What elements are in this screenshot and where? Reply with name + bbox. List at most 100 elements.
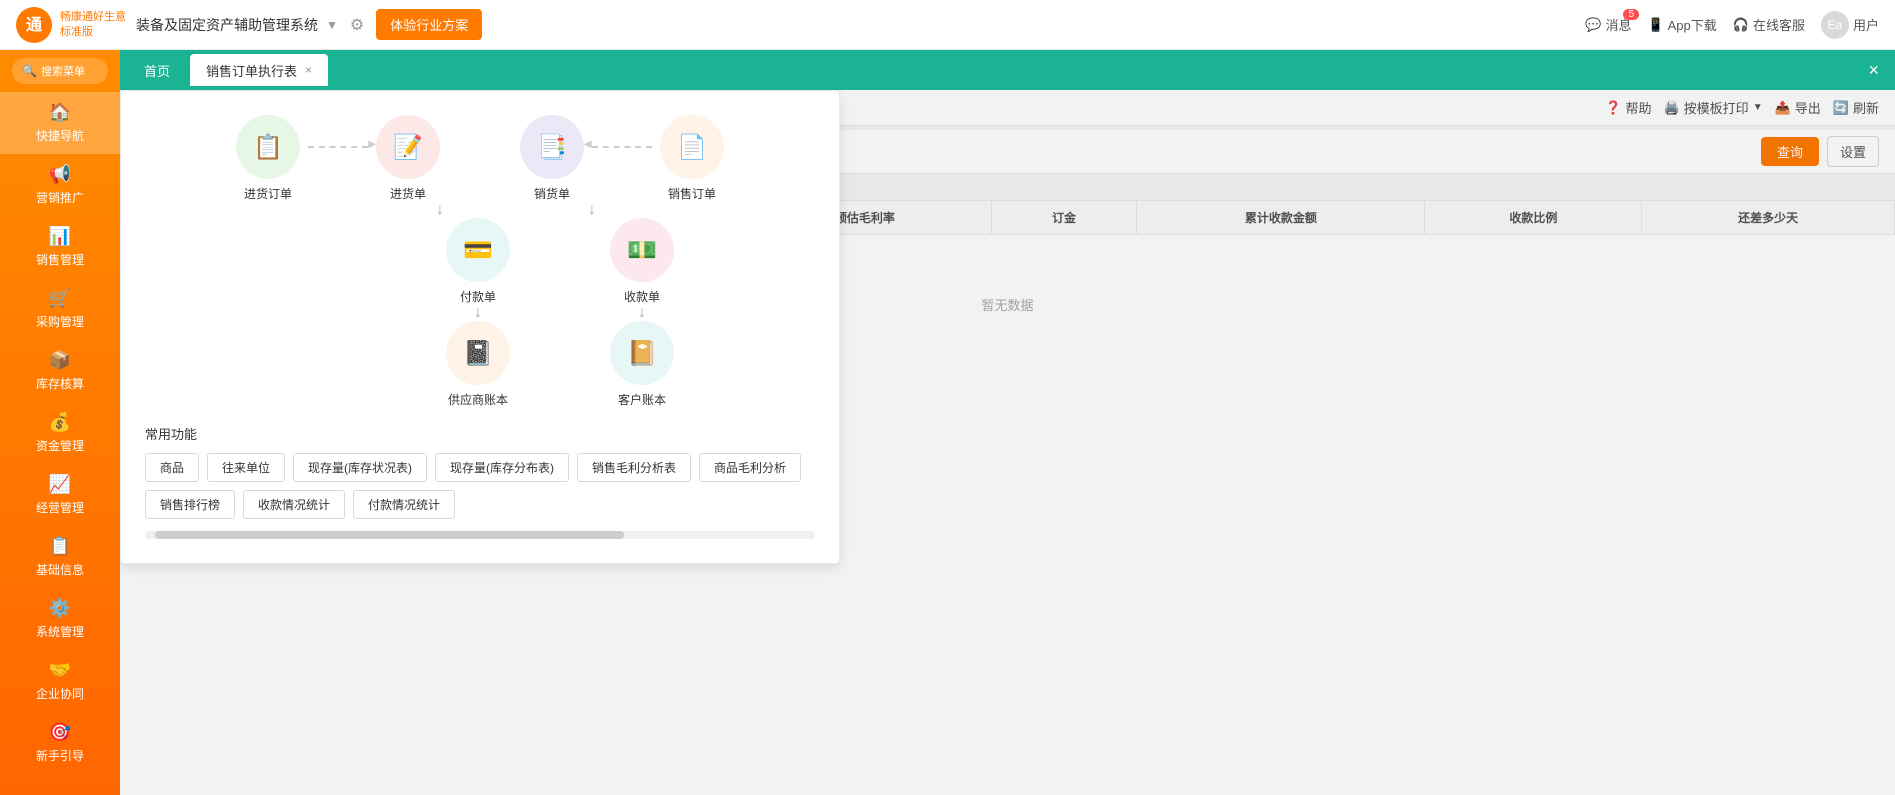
- app-download-item[interactable]: 📱 App下载: [1647, 15, 1716, 34]
- sidebar-label-marketing: 营销推广: [36, 189, 84, 206]
- common-functions-title: 常用功能: [145, 424, 815, 443]
- receipt-label: 收款单: [624, 288, 660, 305]
- func-btn-sales-rank[interactable]: 销售排行榜: [145, 490, 235, 519]
- system-dropdown-icon[interactable]: ▼: [326, 18, 338, 32]
- app-download-label: App下载: [1668, 15, 1717, 34]
- spacer-left-col: [336, 202, 400, 218]
- top-header: 通 畅康通好生意 标准版 装备及固定资产辅助管理系统 ▼ ⚙ 体验行业方案 💬 …: [0, 0, 1895, 50]
- logo-icon: 通: [16, 7, 52, 43]
- down-arrow-receipt: ↓: [638, 305, 646, 321]
- sales-bill-label: 销货单: [534, 185, 570, 202]
- func-btn-contacts[interactable]: 往来单位: [207, 453, 285, 482]
- supplier-ledger-circle: 📓: [446, 321, 510, 385]
- sidebar-item-quick-nav[interactable]: 🏠 快捷导航: [0, 92, 120, 154]
- sidebar-label-quick-nav: 快捷导航: [36, 127, 84, 144]
- message-item[interactable]: 💬 消息 5: [1585, 15, 1631, 34]
- row3-arrow-right: ↓: [610, 305, 674, 321]
- flow-node-customer-ledger[interactable]: 📔 客户账本: [610, 321, 674, 408]
- popup-scrollbar[interactable]: [145, 531, 815, 539]
- sidebar-label-operations: 经营管理: [36, 499, 84, 516]
- flow-node-sales-bill[interactable]: 📑 销货单: [520, 115, 584, 202]
- sidebar-item-inventory[interactable]: 📦 库存核算: [0, 340, 120, 402]
- flow-node-supplier-ledger[interactable]: 📓 供应商账本: [446, 321, 510, 408]
- headset-icon: 🎧: [1733, 17, 1749, 33]
- home-icon: 🏠: [49, 102, 71, 123]
- tab-sales-order[interactable]: 销售订单执行表 ×: [190, 54, 328, 86]
- search-menu[interactable]: 🔍 搜索菜单: [12, 58, 108, 84]
- func-btn-stock-dist[interactable]: 现存量(库存分布表): [435, 453, 569, 482]
- row3-spacer2: [366, 305, 446, 321]
- user-item[interactable]: Ea 用户: [1821, 11, 1879, 39]
- message-badge: 5: [1623, 9, 1639, 20]
- main-layout: 🔍 搜索菜单 🏠 快捷导航 📢 营销推广 📊 销售管理 🛒 采购管理 📦 库存核…: [0, 50, 1895, 795]
- down-col-sales: ↓: [560, 202, 624, 218]
- flow-node-purchase-order[interactable]: 📋 进货订单: [236, 115, 300, 202]
- tab-bar-close-button[interactable]: ×: [1860, 60, 1887, 81]
- tab-close-icon[interactable]: ×: [305, 63, 312, 77]
- system-icon: ⚙️: [49, 598, 71, 619]
- sidebar-item-cooperation[interactable]: 🤝 企业协同: [0, 650, 120, 712]
- sales-order-circle: 📄: [660, 115, 724, 179]
- down-arrow-payment: ↓: [474, 305, 482, 321]
- arrow-left-1: [584, 146, 660, 172]
- tab-home-label: 首页: [144, 61, 170, 80]
- search-icon: 🔍: [22, 64, 37, 78]
- logo-text: 畅康通好生意 标准版: [60, 10, 126, 39]
- sidebar-label-cooperation: 企业协同: [36, 685, 84, 702]
- purchase-order-label: 进货订单: [244, 185, 292, 202]
- sidebar-item-sales[interactable]: 📊 销售管理: [0, 216, 120, 278]
- flow-node-payment[interactable]: 💳 付款单: [446, 218, 510, 305]
- tab-home[interactable]: 首页: [128, 50, 186, 90]
- func-btn-stock-status[interactable]: 现存量(库存状况表): [293, 453, 427, 482]
- flow-node-sales-order[interactable]: 📄 销售订单: [660, 115, 724, 202]
- sidebar-item-system[interactable]: ⚙️ 系统管理: [0, 588, 120, 650]
- system-title-text: 装备及固定资产辅助管理系统: [136, 15, 318, 35]
- online-service-item[interactable]: 🎧 在线客服: [1733, 15, 1805, 34]
- func-btn-goods[interactable]: 商品: [145, 453, 199, 482]
- func-btn-receipt-stats[interactable]: 收款情况统计: [243, 490, 345, 519]
- payment-circle: 💳: [446, 218, 510, 282]
- flow-node-purchase-bill[interactable]: 📝 进货单: [376, 115, 440, 202]
- header-right: 💬 消息 5 📱 App下载 🎧 在线客服 Ea 用户: [1585, 11, 1879, 39]
- func-btn-sales-profit[interactable]: 销售毛利分析表: [577, 453, 691, 482]
- settings-button[interactable]: ⚙: [346, 11, 368, 39]
- sidebar-item-purchase[interactable]: 🛒 采购管理: [0, 278, 120, 340]
- receipt-circle: 💵: [610, 218, 674, 282]
- purchase-bill-circle: 📝: [376, 115, 440, 179]
- func-btn-payment-stats[interactable]: 付款情况统计: [353, 490, 455, 519]
- basic-info-icon: 📋: [49, 536, 71, 557]
- down-arrow-sales: ↓: [588, 202, 596, 218]
- tab-sales-order-label: 销售订单执行表: [206, 61, 297, 80]
- sidebar-item-finance[interactable]: 💰 资金管理: [0, 402, 120, 464]
- common-functions: 常用功能 商品 往来单位 现存量(库存状况表) 现存量(库存分布表) 销售毛利分…: [145, 424, 815, 519]
- row3-arrow-left: ↓: [446, 305, 510, 321]
- beginner-icon: 🎯: [49, 722, 71, 743]
- experience-button[interactable]: 体验行业方案: [376, 9, 482, 40]
- content-area: 首页 销售订单执行表 × × 📋 进: [120, 50, 1895, 795]
- customer-ledger-label: 客户账本: [618, 391, 666, 408]
- online-service-label: 在线客服: [1753, 15, 1805, 34]
- popup-scrollbar-thumb: [155, 531, 624, 539]
- finance-icon: 💰: [49, 412, 71, 433]
- system-title-area: 装备及固定资产辅助管理系统 ▼ ⚙ 体验行业方案: [136, 9, 1585, 40]
- sidebar-label-sales: 销售管理: [36, 251, 84, 268]
- sales-icon: 📊: [49, 226, 71, 247]
- spacer2: [552, 202, 560, 218]
- func-btn-goods-profit[interactable]: 商品毛利分析: [699, 453, 801, 482]
- purchase-icon: 🛒: [49, 288, 71, 309]
- down-arrow-purchase: ↓: [436, 202, 444, 218]
- sidebar-label-finance: 资金管理: [36, 437, 84, 454]
- row3-spacer1: [286, 305, 366, 321]
- flow-node-receipt[interactable]: 💵 收款单: [610, 218, 674, 305]
- sidebar-item-beginner[interactable]: 🎯 新手引导: [0, 712, 120, 774]
- sidebar-item-operations[interactable]: 📈 经营管理: [0, 464, 120, 526]
- sidebar-item-basic-info[interactable]: 📋 基础信息: [0, 526, 120, 588]
- sidebar-label-inventory: 库存核算: [36, 375, 84, 392]
- marketing-icon: 📢: [49, 164, 71, 185]
- phone-icon: 📱: [1647, 17, 1663, 33]
- payment-label: 付款单: [460, 288, 496, 305]
- logo-area: 通 畅康通好生意 标准版: [16, 7, 136, 43]
- sidebar-item-marketing[interactable]: 📢 营销推广: [0, 154, 120, 216]
- sidebar-label-beginner: 新手引导: [36, 747, 84, 764]
- purchase-order-circle: 📋: [236, 115, 300, 179]
